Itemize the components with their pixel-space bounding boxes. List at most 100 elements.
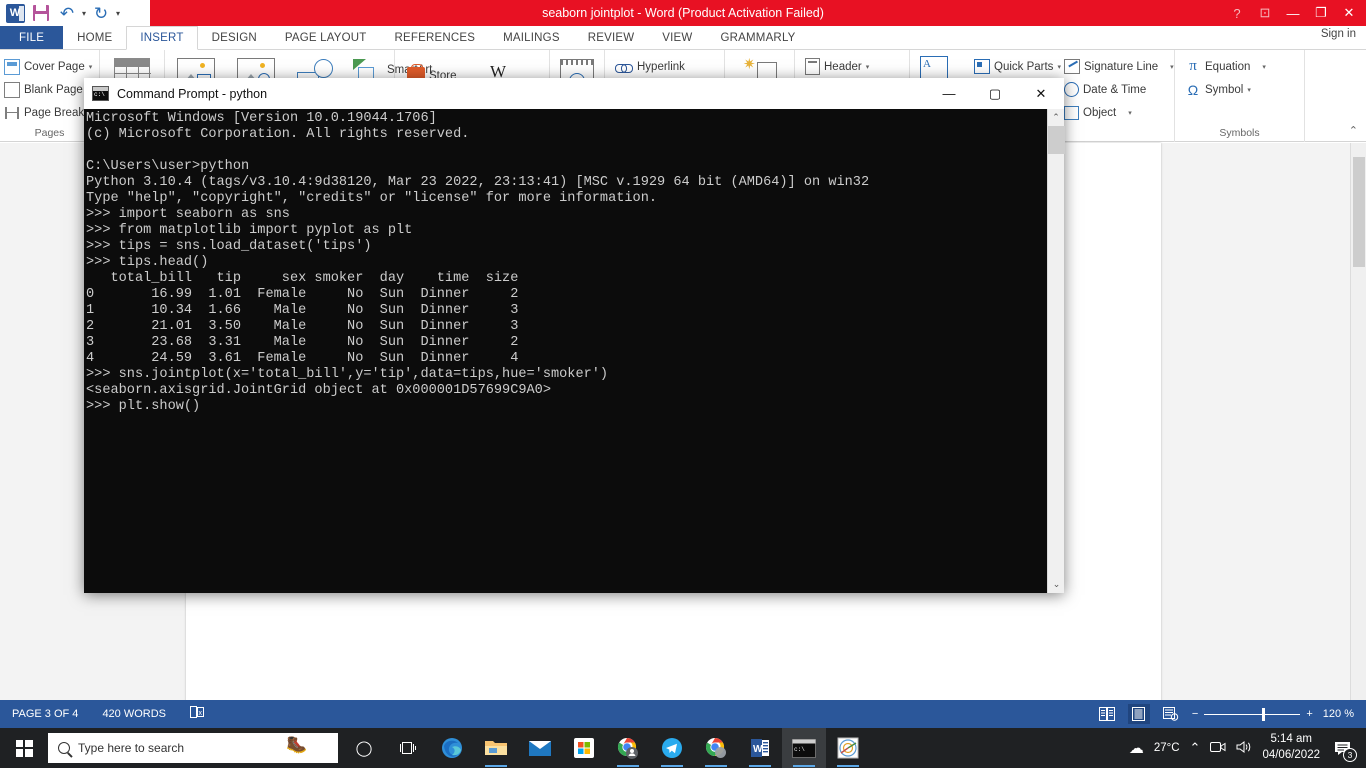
date-time-button[interactable]: Date & Time <box>1060 78 1150 101</box>
read-mode-button[interactable] <box>1096 704 1118 724</box>
tab-design[interactable]: DESIGN <box>198 26 271 49</box>
tab-mailings[interactable]: MAILINGS <box>489 26 574 49</box>
tab-home[interactable]: HOME <box>63 26 126 49</box>
equation-icon: π <box>1189 58 1197 74</box>
search-placeholder: Type here to search <box>78 741 185 755</box>
taskbar-item-command-prompt[interactable]: c:\ <box>782 728 826 768</box>
tab-file[interactable]: FILE <box>0 26 64 49</box>
customize-qat-icon[interactable]: ▾ <box>116 9 120 18</box>
redo-icon[interactable]: ↻ <box>90 2 112 24</box>
restore-button[interactable]: ❐ <box>1308 1 1334 25</box>
status-bar-right: − + 120 % <box>1096 704 1366 724</box>
chevron-down-icon[interactable]: ▾ <box>866 63 870 71</box>
taskbar-item-chrome-profile[interactable] <box>606 728 650 768</box>
print-layout-icon <box>1132 707 1146 721</box>
zoom-level-label[interactable]: 120 % <box>1323 708 1354 720</box>
save-icon[interactable] <box>30 2 52 24</box>
equation-button[interactable]: π Equation ▾ <box>1181 55 1270 78</box>
command-prompt-window[interactable]: Command Prompt - python — ▢ ✕ Microsoft … <box>84 78 1065 593</box>
telegram-icon <box>662 738 682 758</box>
quick-parts-button[interactable]: Quick Parts ▾ <box>970 55 1065 78</box>
page-indicator[interactable]: PAGE 3 OF 4 <box>0 708 90 720</box>
document-vertical-scrollbar[interactable] <box>1350 143 1366 720</box>
action-center-button[interactable]: 3 <box>1330 728 1358 768</box>
print-layout-button[interactable] <box>1127 704 1150 724</box>
blank-page-icon <box>4 81 20 98</box>
command-prompt-window-controls: — ▢ ✕ <box>926 78 1064 109</box>
zoom-track[interactable] <box>1204 707 1301 721</box>
zoom-slider[interactable]: − + <box>1192 707 1313 721</box>
tab-references[interactable]: REFERENCES <box>381 26 490 49</box>
zoom-thumb[interactable] <box>1262 707 1266 721</box>
word-app-icon[interactable]: W <box>4 2 26 24</box>
taskbar-item-telegram[interactable] <box>650 728 694 768</box>
scroll-down-icon[interactable]: ⌄ <box>1048 576 1065 593</box>
taskbar-item-mail[interactable] <box>518 728 562 768</box>
text-box-button[interactable] <box>920 56 948 80</box>
collapse-ribbon-button[interactable]: ⌃ <box>1349 124 1358 137</box>
zoom-in-button[interactable]: + <box>1306 708 1312 720</box>
taskbar-item-google-chrome[interactable] <box>694 728 738 768</box>
taskbar-item-task-view[interactable] <box>386 728 430 768</box>
date-time-label: Date & Time <box>1083 83 1147 96</box>
minimize-button[interactable]: — <box>1280 1 1306 25</box>
undo-icon[interactable]: ↶ <box>56 2 78 24</box>
volume-icon[interactable] <box>1236 740 1252 757</box>
taskbar-item-matplotlib-figure[interactable] <box>826 728 870 768</box>
show-hidden-icons-button[interactable]: ⌃ <box>1190 740 1201 756</box>
word-document-title: seaborn jointplot - Word (Product Activa… <box>542 6 824 20</box>
chevron-down-icon[interactable]: ▾ <box>1170 63 1174 71</box>
cmd-close-button[interactable]: ✕ <box>1018 78 1064 109</box>
chevron-down-icon[interactable]: ▾ <box>1262 63 1266 71</box>
scroll-up-icon[interactable]: ⌃ <box>1048 109 1064 126</box>
web-layout-icon <box>1162 707 1179 721</box>
console-scrollbar[interactable]: ⌃ ⌄ <box>1047 109 1065 593</box>
clock[interactable]: 5:14 am 04/06/2022 <box>1262 732 1320 763</box>
sign-in-link[interactable]: Sign in <box>1321 28 1356 40</box>
tab-grammarly[interactable]: GRAMMARLY <box>706 26 809 49</box>
chevron-down-icon[interactable]: ▾ <box>89 63 93 71</box>
command-prompt-title-bar[interactable]: Command Prompt - python — ▢ ✕ <box>84 78 1064 109</box>
chevron-down-icon[interactable]: ▾ <box>1128 109 1132 117</box>
ribbon-display-options-icon[interactable]: ⊡ <box>1252 1 1278 25</box>
object-button[interactable]: Object ▾ <box>1060 101 1136 124</box>
signature-line-button[interactable]: Signature Line ▾ <box>1060 55 1178 78</box>
start-button[interactable] <box>0 728 48 768</box>
signature-line-label: Signature Line <box>1084 60 1159 73</box>
temperature-label[interactable]: 27°C <box>1154 742 1180 754</box>
taskbar-item-microsoft-word[interactable]: W <box>738 728 782 768</box>
help-icon[interactable]: ? <box>1224 1 1250 25</box>
web-layout-button[interactable] <box>1160 704 1182 724</box>
taskbar-item-microsoft-store[interactable] <box>562 728 606 768</box>
scrollbar-thumb[interactable] <box>1353 157 1365 267</box>
search-input[interactable]: Type here to search 🥾 <box>48 733 338 763</box>
tab-view[interactable]: VIEW <box>648 26 706 49</box>
cmd-minimize-button[interactable]: — <box>926 78 972 109</box>
hyperlink-button[interactable]: Hyperlink <box>611 55 689 78</box>
meet-now-glyph <box>1210 742 1226 752</box>
header-button[interactable]: Header ▾ <box>801 55 873 78</box>
command-prompt-title: Command Prompt - python <box>117 86 268 101</box>
console-scrollbar-thumb[interactable] <box>1048 126 1065 154</box>
console-output-area[interactable]: Microsoft Windows [Version 10.0.19044.17… <box>84 109 1064 593</box>
taskbar-item-microsoft-edge[interactable] <box>430 728 474 768</box>
close-button[interactable]: ✕ <box>1336 1 1362 25</box>
cmd-maximize-button[interactable]: ▢ <box>972 78 1018 109</box>
cover-page-button[interactable]: Cover Page ▾ <box>0 55 99 78</box>
microsoft-word-icon: W <box>751 739 769 757</box>
taskbar-item-file-explorer[interactable] <box>474 728 518 768</box>
tab-review[interactable]: REVIEW <box>574 26 649 49</box>
weather-icon[interactable]: ☁ <box>1129 739 1144 757</box>
word-count[interactable]: 420 WORDS <box>90 708 178 720</box>
quick-access-toolbar: W ↶ ▾ ↻ ▾ <box>0 0 150 26</box>
undo-dropdown-icon[interactable]: ▾ <box>82 9 86 18</box>
tab-insert[interactable]: INSERT <box>126 26 198 50</box>
proofing-errors-icon[interactable]: x <box>178 706 216 722</box>
symbol-button[interactable]: Ω Symbol ▾ <box>1181 78 1255 101</box>
taskbar-item-cortana[interactable]: ◯ <box>342 728 386 768</box>
chevron-down-icon[interactable]: ▾ <box>1247 86 1251 94</box>
text-box-icon <box>920 56 948 80</box>
tab-page-layout[interactable]: PAGE LAYOUT <box>271 26 381 49</box>
meet-now-icon[interactable] <box>1210 740 1226 756</box>
zoom-out-button[interactable]: − <box>1192 708 1198 720</box>
